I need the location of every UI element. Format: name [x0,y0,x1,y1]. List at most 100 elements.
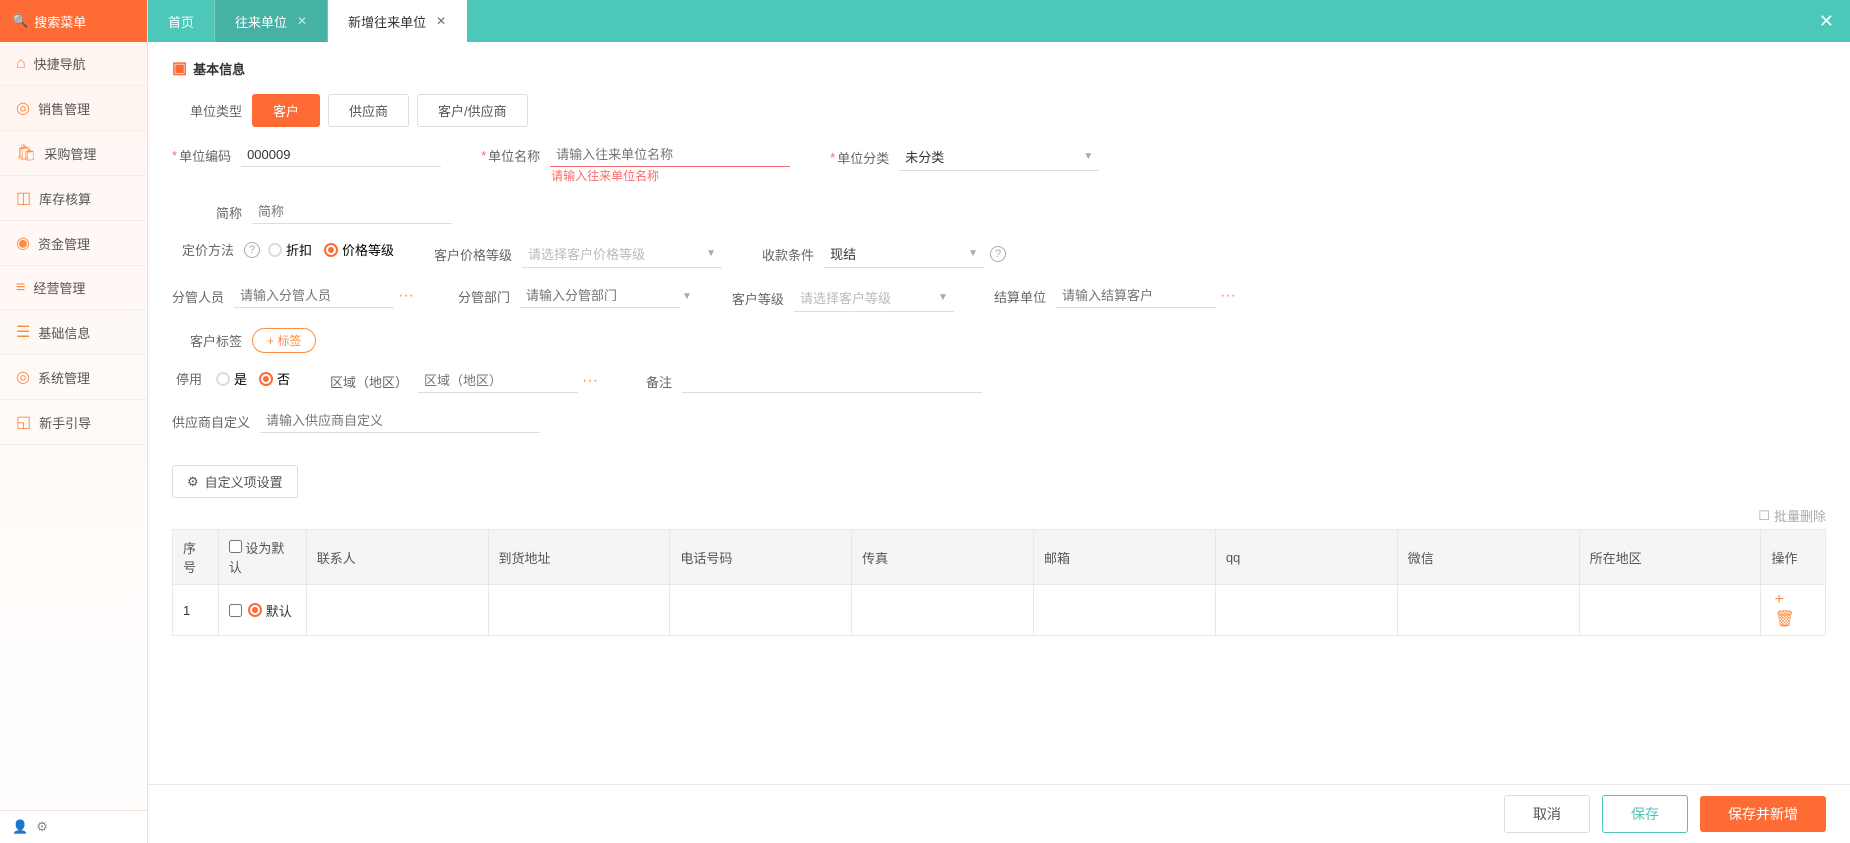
region-field: 区域（地区） ··· [330,369,602,393]
customer-level-select[interactable]: 请选择客户等级 ▼ [794,284,954,312]
batch-delete-label: 批量删除 [1774,506,1826,525]
sidebar-item-operations[interactable]: ≡经营管理 [0,266,147,310]
batch-delete-button[interactable]: ☐ 批量删除 [172,506,1826,525]
pricing-row: 定价方法 ? 折扣 价格等级 客户价格等级 [172,240,1826,268]
wechat-input[interactable] [1408,603,1569,618]
manager-more-btn[interactable]: ··· [394,287,418,305]
user-icon: 👤 [12,819,28,835]
manager-input[interactable] [234,284,394,308]
row-phone [670,585,852,636]
radio-no-label: 否 [277,369,290,388]
unit-type-row: 单位类型 客户供应商客户/供应商 [172,94,1826,127]
radio-no[interactable]: 否 [259,369,290,388]
phone-input[interactable] [680,603,841,618]
contact-table-section: ☐ 批量删除 序号 设为默认联系人到货地址电话号码传真邮箱qq微信所在地区操作 … [172,506,1826,636]
sidebar-item-quick-nav[interactable]: ⌂快捷导航 [0,42,147,86]
save-button[interactable]: 保存 [1602,795,1688,833]
sidebar-item-label: 经营管理 [33,278,85,297]
region-input[interactable] [418,369,578,393]
tab-close-partner-list[interactable]: ✕ [297,14,307,28]
unit-name-input[interactable] [550,143,790,167]
add-row-button[interactable]: + [1774,591,1783,608]
unit-type-supplier[interactable]: 供应商 [328,94,409,127]
row-action: + 🗑 [1761,585,1826,636]
region-table-input[interactable] [1590,603,1751,618]
su-more-btn[interactable]: ··· [1216,287,1240,305]
sidebar-search[interactable]: 🔍 搜索菜单 [0,0,147,42]
sidebar-item-basics[interactable]: ☰基础信息 [0,310,147,355]
qq-input[interactable] [1226,603,1387,618]
fax-input[interactable] [862,603,1023,618]
region-more-btn[interactable]: ··· [578,372,602,390]
row-default: 默认 [218,585,306,636]
unit-type-customer[interactable]: 客户 [252,94,320,127]
tab-partner-list[interactable]: 往来单位✕ [215,0,328,42]
sidebar-item-sales[interactable]: ◎销售管理 [0,86,147,131]
default-radio-circle [248,603,262,617]
required-star2: * [481,148,486,163]
row-checkbox[interactable] [229,604,242,617]
purchase-icon: 🛍 [16,143,36,163]
radio-discount[interactable]: 折扣 [268,240,312,259]
row-fax [852,585,1034,636]
tab-label-new-partner: 新增往来单位 [348,12,426,31]
pt-label: 收款条件 [762,245,824,264]
pt-help-icon[interactable]: ? [990,246,1006,262]
pricing-help-icon[interactable]: ? [244,242,260,258]
radio-price-level[interactable]: 价格等级 [324,240,394,259]
customer-price-level-select[interactable]: 请选择客户价格等级 ▼ [522,240,722,268]
unit-category-label: 单位分类 [837,148,899,167]
manager-label: 分管人员 [172,287,234,306]
unit-name-field-col: * 单位名称 请输入往来单位名称 [481,143,790,184]
unit-type-both[interactable]: 客户/供应商 [417,94,528,127]
tab-new-partner[interactable]: 新增往来单位 ✕ [328,0,467,42]
required-star3: * [830,150,835,165]
disabled-row: 停用 是 否 区域（地区） ··· [172,369,1826,393]
sidebar-item-purchase[interactable]: 🛍采购管理 [0,131,147,176]
settings-icon: ⚙ [36,819,48,835]
unit-name-error: 请输入往来单位名称 [551,169,659,183]
unit-category-field: * 单位分类 未分类 ▼ [830,143,1099,171]
dropdown-arrow: ▼ [1083,151,1093,162]
close-window-button[interactable]: ✕ [1803,11,1850,32]
tab-close-new-partner[interactable]: ✕ [436,14,446,28]
contact-input[interactable] [317,603,478,618]
sidebar-item-guide[interactable]: ◱新手引导 [0,400,147,445]
custom-settings-button[interactable]: ⚙ 自定义项设置 [172,465,298,498]
department-input[interactable] [520,284,680,308]
sidebar-bottom: 👤 ⚙ [0,810,147,843]
radio-yes[interactable]: 是 [216,369,247,388]
tab-home[interactable]: 首页 [148,0,215,42]
unit-category-select[interactable]: 未分类 ▼ [899,143,1099,171]
unit-code-label: 单位编码 [179,146,241,165]
page-content: ▣ 基本信息 单位类型 客户供应商客户/供应商 * 单位编码 * 单位名称 [148,42,1850,784]
save-and-new-button[interactable]: 保存并新增 [1700,796,1826,832]
customer-level-field: 客户等级 请选择客户等级 ▼ [732,284,954,312]
default-radio[interactable]: 默认 [248,601,292,620]
col-header-5: 传真 [852,530,1034,585]
remark-input[interactable] [682,369,982,393]
cancel-button[interactable]: 取消 [1504,795,1590,833]
sidebar-item-system[interactable]: ◎系统管理 [0,355,147,400]
batch-delete-icon: ☐ [1758,508,1770,524]
tab-bar: 首页往来单位✕ 新增往来单位 ✕ ✕ [148,0,1850,42]
address-input[interactable] [499,603,660,618]
required-star: * [172,148,177,163]
supplier-custom-label: 供应商自定义 [172,412,260,431]
unit-name-label: 单位名称 [488,146,550,165]
row-wechat [1397,585,1579,636]
sidebar-item-inventory[interactable]: ◫库存核算 [0,176,147,221]
supplier-custom-input[interactable] [260,409,540,433]
row-qq [1215,585,1397,636]
pricing-radio-group: 折扣 价格等级 [268,240,394,259]
email-input[interactable] [1044,603,1205,618]
unit-code-input[interactable] [241,143,441,167]
delete-row-button[interactable]: 🗑 [1774,611,1794,628]
select-all-checkbox[interactable] [229,540,242,553]
unit-type-label: 单位类型 [172,101,252,120]
add-tag-button[interactable]: + 标签 [252,328,316,353]
settlement-unit-input[interactable] [1056,284,1216,308]
sidebar-item-finance[interactable]: ◉资金管理 [0,221,147,266]
abbr-input[interactable] [252,200,452,224]
payment-terms-select[interactable]: 现结 ▼ [824,240,984,268]
